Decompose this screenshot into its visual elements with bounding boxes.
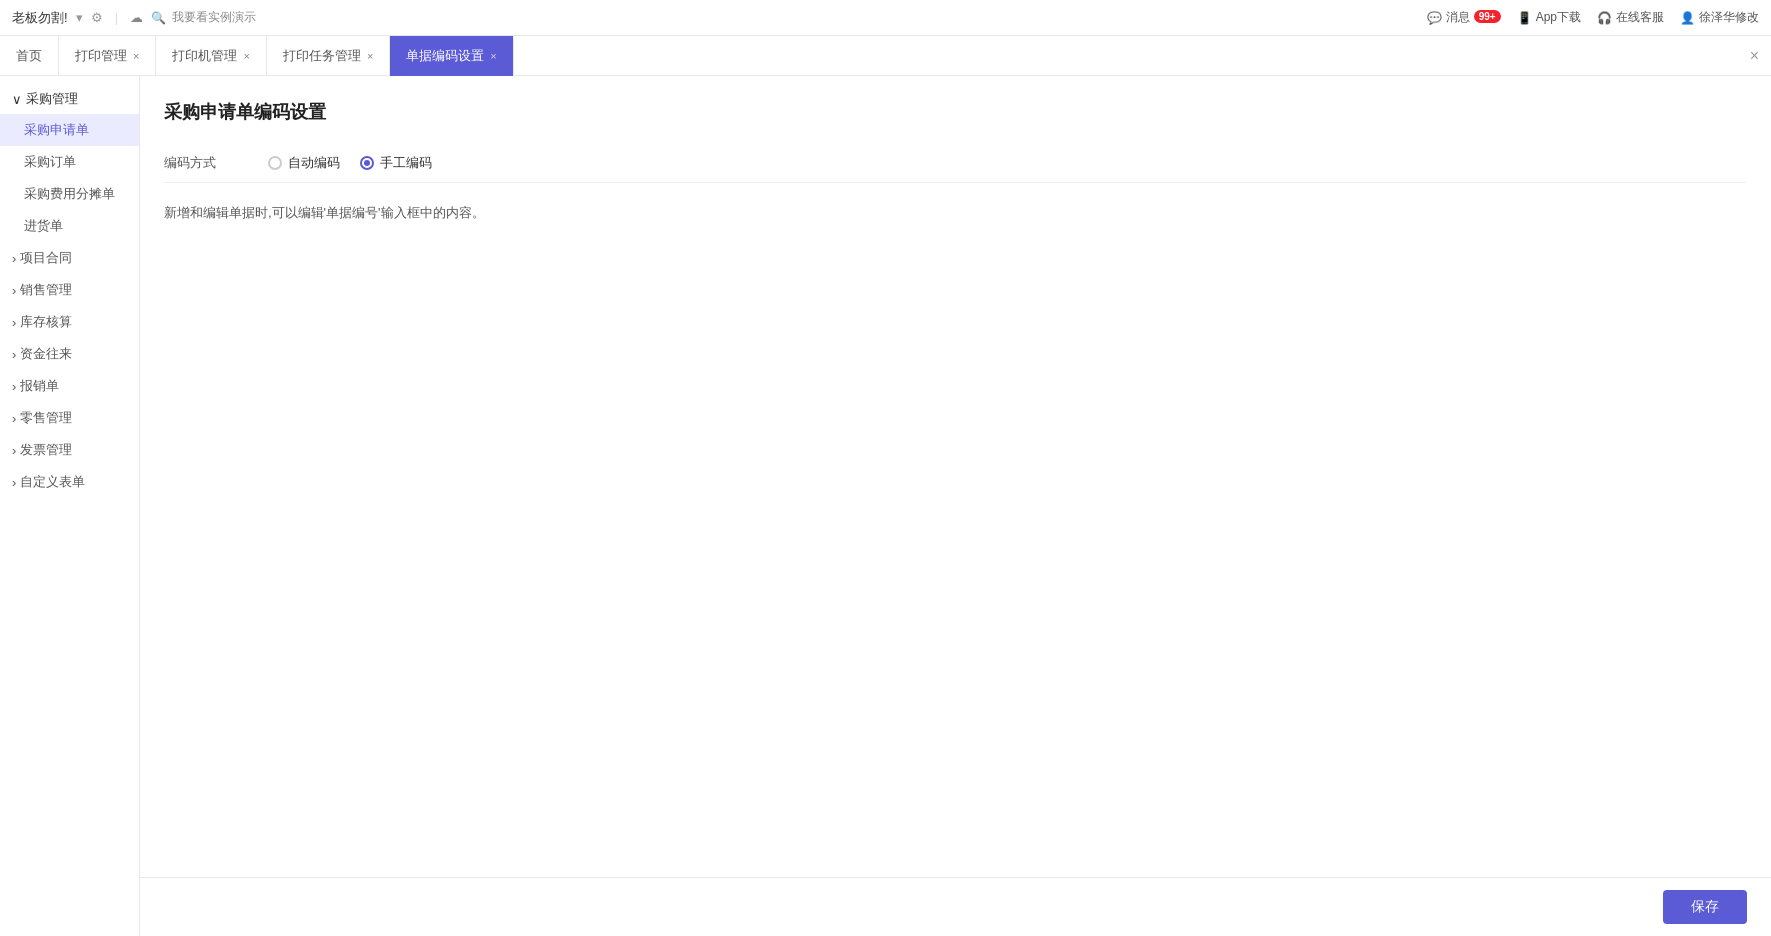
chevron-right-icon: › [12,251,16,266]
top-bar-left: 老板勿割! ▾ ⚙ | ☁ 🔍 我要看实例演示 [12,9,256,27]
sidebar-group-retail[interactable]: › 零售管理 [0,402,139,434]
sidebar-item-purchase-expense-label: 采购费用分摊单 [24,185,115,203]
sidebar-group-reimbursement[interactable]: › 报销单 [0,370,139,402]
sidebar-group-invoice-label: 发票管理 [20,441,72,459]
content-footer: 保存 [140,877,1771,936]
sidebar-item-purchase-order[interactable]: 采购订单 [0,146,139,178]
sidebar-group-invoice[interactable]: › 发票管理 [0,434,139,466]
radio-manual-code[interactable]: 手工编码 [360,154,432,172]
hint-text: 新增和编辑单据时,可以编辑'单据编号'输入框中的内容。 [164,203,1747,224]
radio-auto-code[interactable]: 自动编码 [268,154,340,172]
radio-auto-code-label: 自动编码 [288,154,340,172]
chevron-right-icon: › [12,347,16,362]
online-service-button[interactable]: 🎧 在线客服 [1597,9,1664,26]
sidebar-item-goods-receipt[interactable]: 进货单 [0,210,139,242]
tab-print-management-close[interactable]: × [133,50,139,62]
page-title: 采购申请单编码设置 [164,100,1747,124]
sidebar-item-purchase-request-label: 采购申请单 [24,121,89,139]
tab-home-label: 首页 [16,47,42,65]
sidebar-group-custom-form[interactable]: › 自定义表单 [0,466,139,498]
brand-label: 老板勿割! [12,9,68,27]
sidebar-group-inventory-label: 库存核算 [20,313,72,331]
tab-printer-management[interactable]: 打印机管理 × [156,36,266,76]
sidebar-group-sales-label: 销售管理 [20,281,72,299]
sidebar-group-sales[interactable]: › 销售管理 [0,274,139,306]
tab-print-task[interactable]: 打印任务管理 × [267,36,390,76]
tab-print-task-label: 打印任务管理 [283,47,361,65]
settings-icon[interactable]: ⚙ [91,10,103,25]
cloud-icon: ☁ [130,10,143,25]
tab-print-management[interactable]: 打印管理 × [59,36,156,76]
message-badge: 99+ [1474,10,1501,23]
sidebar-item-purchase-request[interactable]: 采购申请单 [0,114,139,146]
sidebar-group-inventory[interactable]: › 库存核算 [0,306,139,338]
chevron-right-icon: › [12,315,16,330]
divider: | [115,10,118,25]
message-button[interactable]: 💬 消息 99+ [1427,9,1501,26]
tab-code-setting-close[interactable]: × [490,50,496,62]
save-button[interactable]: 保存 [1663,890,1747,924]
search-icon: 🔍 [151,11,166,25]
content-body: 采购申请单编码设置 编码方式 自动编码 手工编码 新增和编辑单据时,可以编辑'单… [140,76,1771,877]
sidebar-group-retail-label: 零售管理 [20,409,72,427]
content-area: 采购申请单编码设置 编码方式 自动编码 手工编码 新增和编辑单据时,可以编辑'单… [140,76,1771,936]
sidebar-group-procurement-label: 采购管理 [26,90,78,108]
sidebar: ∨ 采购管理 采购申请单 采购订单 采购费用分摊单 进货单 › 项目合同 › 销… [0,76,140,936]
tab-code-setting[interactable]: 单据编码设置 × [390,36,513,76]
top-bar: 老板勿割! ▾ ⚙ | ☁ 🔍 我要看实例演示 💬 消息 99+ 📱 App下载… [0,0,1771,36]
chevron-right-icon: › [12,379,16,394]
radio-manual-code-label: 手工编码 [380,154,432,172]
sidebar-group-funds[interactable]: › 资金往来 [0,338,139,370]
sidebar-group-funds-label: 资金往来 [20,345,72,363]
sidebar-item-goods-receipt-label: 进货单 [24,217,63,235]
search-area: 🔍 我要看实例演示 [151,9,256,26]
tab-home[interactable]: 首页 [0,36,59,76]
service-icon: 🎧 [1597,11,1612,25]
sidebar-group-project-contract[interactable]: › 项目合同 [0,242,139,274]
chevron-right-icon: › [12,283,16,298]
app-icon: 📱 [1517,11,1532,25]
coding-method-label: 编码方式 [164,154,244,172]
sidebar-group-custom-form-label: 自定义表单 [20,473,85,491]
radio-manual-code-circle[interactable] [360,156,374,170]
search-text[interactable]: 我要看实例演示 [172,9,256,26]
coding-method-radio-group: 自动编码 手工编码 [268,154,432,172]
tab-printer-management-close[interactable]: × [243,50,249,62]
tab-printer-management-label: 打印机管理 [172,47,237,65]
tab-bar-close-button[interactable]: × [1738,47,1771,65]
tab-code-setting-label: 单据编码设置 [406,47,484,65]
sidebar-group-project-contract-label: 项目合同 [20,249,72,267]
online-service-label: 在线客服 [1616,9,1664,26]
chevron-right-icon: › [12,443,16,458]
tab-print-management-label: 打印管理 [75,47,127,65]
chevron-down-icon: ∨ [12,92,22,107]
main-layout: ∨ 采购管理 采购申请单 采购订单 采购费用分摊单 进货单 › 项目合同 › 销… [0,76,1771,936]
radio-auto-code-circle[interactable] [268,156,282,170]
user-icon: 👤 [1680,11,1695,25]
tab-bar: 首页 打印管理 × 打印机管理 × 打印任务管理 × 单据编码设置 × × [0,36,1771,76]
coding-method-row: 编码方式 自动编码 手工编码 [164,144,1747,183]
chevron-down-icon[interactable]: ▾ [76,10,83,25]
tab-print-task-close[interactable]: × [367,50,373,62]
message-label: 消息 [1446,9,1470,26]
sidebar-group-reimbursement-label: 报销单 [20,377,59,395]
sidebar-item-purchase-expense[interactable]: 采购费用分摊单 [0,178,139,210]
user-menu-button[interactable]: 👤 徐泽华修改 [1680,9,1759,26]
sidebar-group-procurement[interactable]: ∨ 采购管理 [0,84,139,114]
user-name: 徐泽华修改 [1699,9,1759,26]
sidebar-item-purchase-order-label: 采购订单 [24,153,76,171]
top-bar-right: 💬 消息 99+ 📱 App下载 🎧 在线客服 👤 徐泽华修改 [1427,9,1759,26]
chevron-right-icon: › [12,475,16,490]
message-icon: 💬 [1427,11,1442,25]
chevron-right-icon: › [12,411,16,426]
app-download-button[interactable]: 📱 App下载 [1517,9,1581,26]
app-download-label: App下载 [1536,9,1581,26]
